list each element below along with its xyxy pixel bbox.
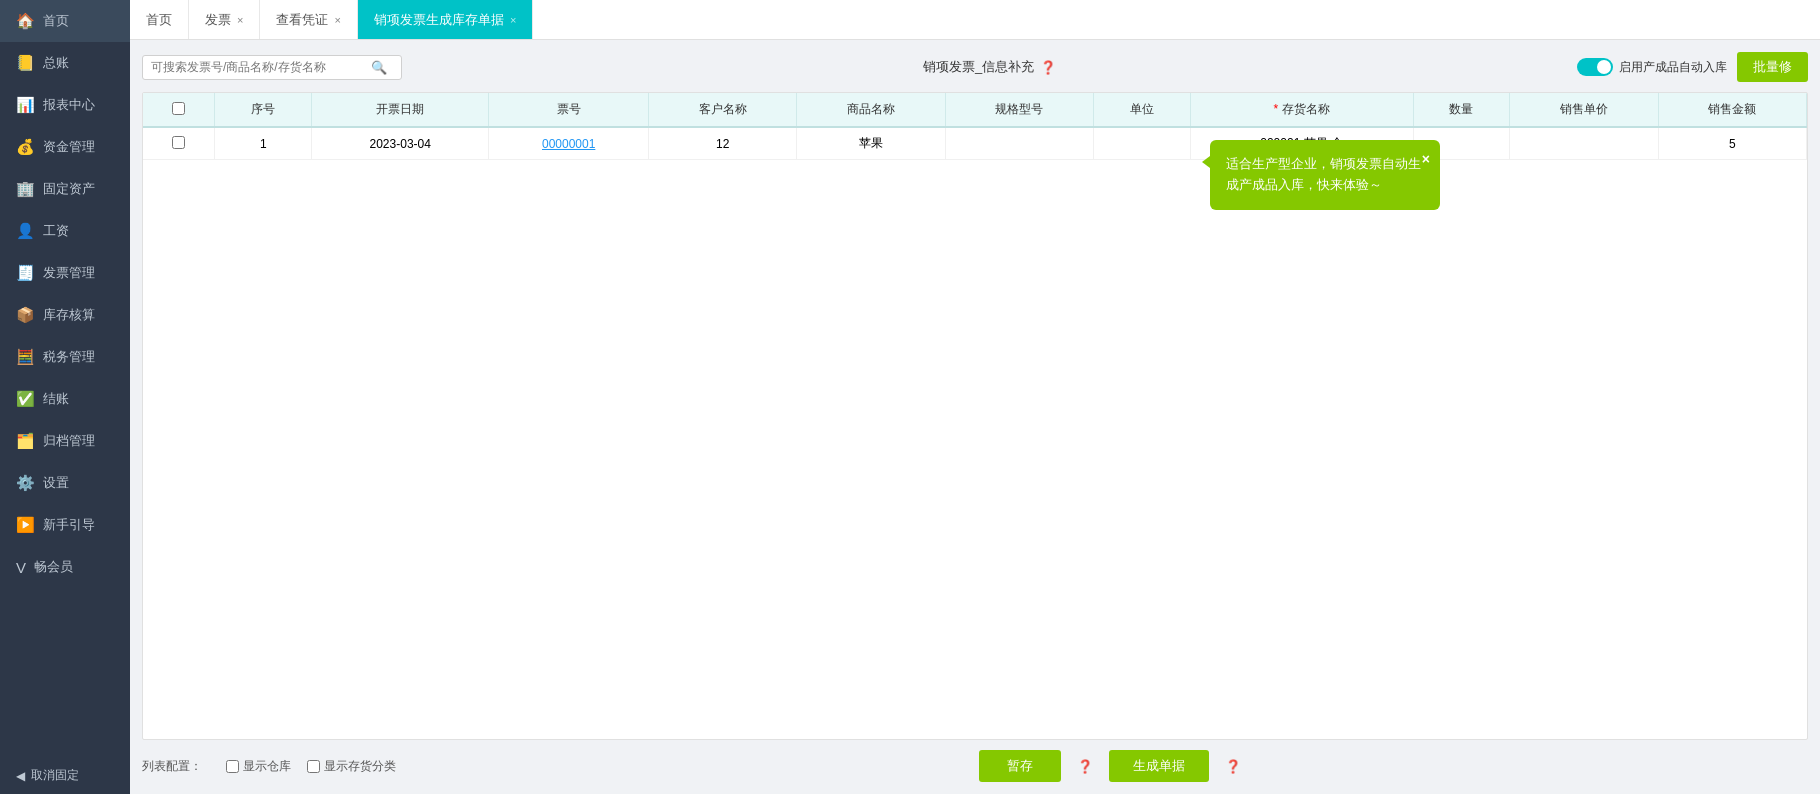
sidebar-item-guide[interactable]: ▶️ 新手引导 xyxy=(0,504,130,546)
cell-product: 苹果 xyxy=(797,127,945,160)
ticket-link[interactable]: 00000001 xyxy=(542,137,595,151)
batch-button[interactable]: 批量修 xyxy=(1737,52,1808,82)
sidebar-item-settings[interactable]: ⚙️ 设置 xyxy=(0,462,130,504)
sidebar-item-home[interactable]: 🏠 首页 xyxy=(0,0,130,42)
cell-checkbox xyxy=(143,127,215,160)
sidebar-item-settle[interactable]: ✅ 结账 xyxy=(0,378,130,420)
close-stock-tab[interactable]: × xyxy=(510,14,516,26)
cell-date: 2023-03-04 xyxy=(312,127,489,160)
close-invoice-tab[interactable]: × xyxy=(237,14,243,26)
col-date: 开票日期 xyxy=(312,93,489,127)
show-warehouse-checkbox[interactable] xyxy=(226,760,239,773)
col-seq: 序号 xyxy=(215,93,312,127)
asset-icon: 🏢 xyxy=(16,180,35,198)
tooltip-text: 适合生产型企业，销项发票自动生成产成品入库，快来体验～ xyxy=(1226,156,1421,192)
settings-icon: ⚙️ xyxy=(16,474,35,492)
table-row: 1 2023-03-04 00000001 12 苹果 000001 苹果 个 … xyxy=(143,127,1807,160)
archive-icon: 🗂️ xyxy=(16,432,35,450)
cell-ticket-no: 00000001 xyxy=(489,127,649,160)
sidebar: 🏠 首页 📒 总账 📊 报表中心 💰 资金管理 🏢 固定资产 👤 工资 🧾 发票… xyxy=(0,0,130,794)
settle-icon: ✅ xyxy=(16,390,35,408)
toggle-label: 启用产成品自动入库 xyxy=(1619,59,1727,76)
table-header-row: 序号 开票日期 票号 客户名称 商品名称 规格型号 单位 * 存货名称 数量 销… xyxy=(143,93,1807,127)
sidebar-item-asset[interactable]: 🏢 固定资产 xyxy=(0,168,130,210)
info-help-icon[interactable]: ❓ xyxy=(1040,60,1056,75)
ledger-icon: 📒 xyxy=(16,54,35,72)
report-icon: 📊 xyxy=(16,96,35,114)
invoice-icon: 🧾 xyxy=(16,264,35,282)
tab-stock[interactable]: 销项发票生成库存单据 × xyxy=(358,0,533,39)
toolbar-center: 销项发票_信息补充 ❓ xyxy=(412,58,1567,76)
tab-bar: 首页 发票 × 查看凭证 × 销项发票生成库存单据 × xyxy=(130,0,1820,40)
list-config-label: 列表配置： xyxy=(142,758,202,775)
auto-warehouse-toggle[interactable] xyxy=(1577,58,1613,76)
bottom-bar: 列表配置： 显示仓库 显示存货分类 暂存 ❓ 生成单据 ❓ xyxy=(142,740,1808,782)
col-product: 商品名称 xyxy=(797,93,945,127)
toolbar: 🔍 销项发票_信息补充 ❓ 启用产成品自动入库 批量修 xyxy=(142,52,1808,82)
cell-seq: 1 xyxy=(215,127,312,160)
show-category-label[interactable]: 显示存货分类 xyxy=(307,758,396,775)
cell-unit xyxy=(1093,127,1190,160)
cell-customer: 12 xyxy=(649,127,797,160)
data-table-wrapper: 序号 开票日期 票号 客户名称 商品名称 规格型号 单位 * 存货名称 数量 销… xyxy=(142,92,1808,740)
member-icon: V xyxy=(16,559,26,576)
toggle-wrapper: 启用产成品自动入库 xyxy=(1577,58,1727,76)
sidebar-item-archive[interactable]: 🗂️ 归档管理 xyxy=(0,420,130,462)
inventory-icon: 📦 xyxy=(16,306,35,324)
sidebar-item-ledger[interactable]: 📒 总账 xyxy=(0,42,130,84)
tooltip-close-button[interactable]: × xyxy=(1422,148,1430,170)
salary-icon: 👤 xyxy=(16,222,35,240)
cell-spec xyxy=(945,127,1093,160)
generate-button[interactable]: 生成单据 xyxy=(1109,750,1209,782)
close-voucher-tab[interactable]: × xyxy=(334,14,340,26)
sidebar-item-invoice[interactable]: 🧾 发票管理 xyxy=(0,252,130,294)
tab-home[interactable]: 首页 xyxy=(130,0,189,39)
sidebar-item-report[interactable]: 📊 报表中心 xyxy=(0,84,130,126)
select-all-checkbox[interactable] xyxy=(172,102,185,115)
save-help-icon[interactable]: ❓ xyxy=(1077,759,1093,774)
cell-unit-price xyxy=(1510,127,1658,160)
bottom-actions: 暂存 ❓ 生成单据 ❓ xyxy=(412,750,1808,782)
col-checkbox xyxy=(143,93,215,127)
sidebar-item-member[interactable]: V 畅会员 xyxy=(0,546,130,588)
col-unit-price: 销售单价 xyxy=(1510,93,1658,127)
show-category-checkbox[interactable] xyxy=(307,760,320,773)
tooltip-popup: × 适合生产型企业，销项发票自动生成产成品入库，快来体验～ xyxy=(1210,140,1440,210)
col-quantity: 数量 xyxy=(1413,93,1510,127)
toolbar-right: 启用产成品自动入库 批量修 xyxy=(1577,52,1808,82)
col-customer: 客户名称 xyxy=(649,93,797,127)
col-unit: 单位 xyxy=(1093,93,1190,127)
sidebar-item-capital[interactable]: 💰 资金管理 xyxy=(0,126,130,168)
sidebar-item-inventory[interactable]: 📦 库存核算 xyxy=(0,294,130,336)
col-inventory: * 存货名称 xyxy=(1190,93,1413,127)
col-amount: 销售金额 xyxy=(1658,93,1806,127)
sidebar-item-tax[interactable]: 🧮 税务管理 xyxy=(0,336,130,378)
generate-help-icon[interactable]: ❓ xyxy=(1225,759,1241,774)
search-box[interactable]: 🔍 xyxy=(142,55,402,80)
search-input[interactable] xyxy=(151,60,371,74)
sidebar-item-salary[interactable]: 👤 工资 xyxy=(0,210,130,252)
cell-amount: 5 xyxy=(1658,127,1806,160)
unpin-icon: ◀ xyxy=(16,769,25,783)
main-area: 首页 发票 × 查看凭证 × 销项发票生成库存单据 × 🔍 销项发票_信息补充 … xyxy=(130,0,1820,794)
tax-icon: 🧮 xyxy=(16,348,35,366)
col-ticket-no: 票号 xyxy=(489,93,649,127)
save-button[interactable]: 暂存 xyxy=(979,750,1061,782)
col-spec: 规格型号 xyxy=(945,93,1093,127)
unpin-button[interactable]: ◀ 取消固定 xyxy=(0,757,130,794)
data-table: 序号 开票日期 票号 客户名称 商品名称 规格型号 单位 * 存货名称 数量 销… xyxy=(143,93,1807,160)
show-warehouse-label[interactable]: 显示仓库 xyxy=(226,758,291,775)
info-label: 销项发票_信息补充 xyxy=(923,58,1034,76)
page-content: 🔍 销项发票_信息补充 ❓ 启用产成品自动入库 批量修 xyxy=(130,40,1820,794)
tab-voucher[interactable]: 查看凭证 × xyxy=(260,0,357,39)
capital-icon: 💰 xyxy=(16,138,35,156)
guide-icon: ▶️ xyxy=(16,516,35,534)
search-icon: 🔍 xyxy=(371,60,387,75)
tab-invoice[interactable]: 发票 × xyxy=(189,0,260,39)
row-checkbox[interactable] xyxy=(172,136,185,149)
home-icon: 🏠 xyxy=(16,12,35,30)
